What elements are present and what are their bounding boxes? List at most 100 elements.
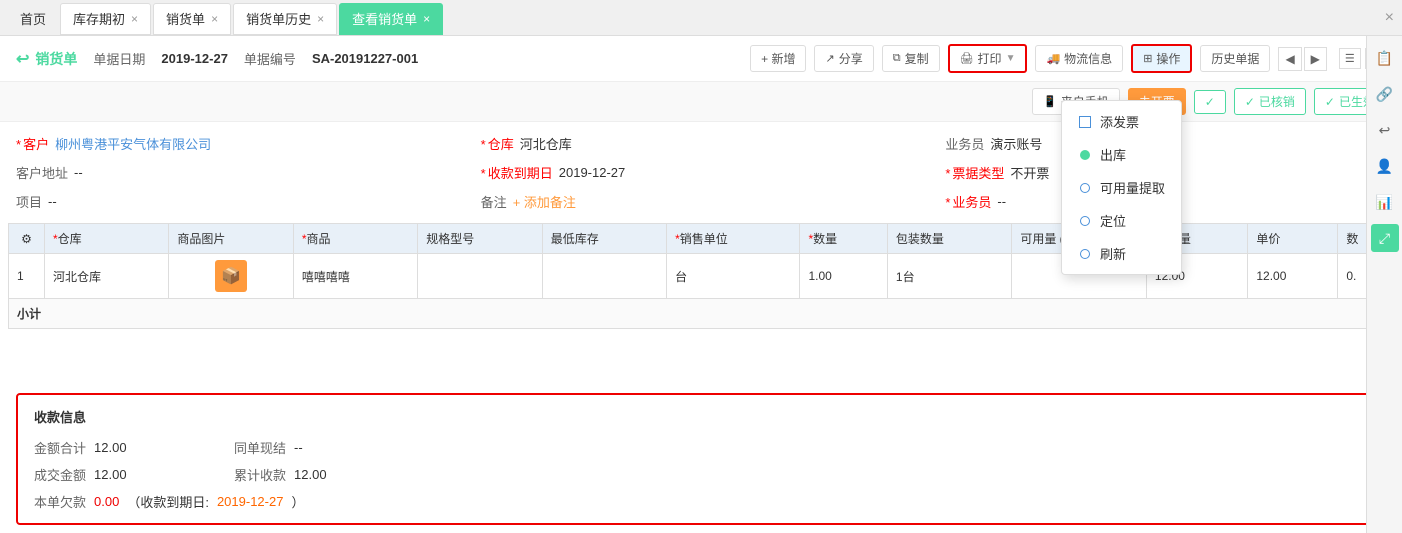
warehouse-value: 河北仓库 [520,134,572,153]
operate-button[interactable]: ⊞ 操作 [1131,44,1192,73]
print-button[interactable]: 🖨 打印 ▼ [948,44,1028,73]
dropdown-refresh[interactable]: 刷新 [1062,237,1181,270]
prev-arrow[interactable]: ◀ [1278,47,1301,71]
payment-due-field: *收款到期日 2019-12-27 [481,163,922,182]
sidebar-return-icon[interactable]: ↩ [1371,116,1399,144]
col-gear: ⚙ [9,224,45,254]
doc-actions: + 新增 ↗ 分享 ⧉ 复制 🖨 打印 ▼ 🚚 物流信息 [750,44,1386,73]
new-button[interactable]: + 新增 [750,45,806,72]
check-button[interactable]: ✓ [1194,90,1226,114]
available-extract-icon [1078,181,1092,195]
tab-home-label: 首页 [20,9,46,28]
form-area: *客户 柳州粤港平安气体有限公司 *仓库 河北仓库 业务员 演示账号 客户地址 … [0,122,1402,223]
product-table: ⚙ *仓库 商品图片 *商品 规格型号 最低库存 *销售单位 *数量 包装数量 … [8,223,1394,329]
no-value: SA-20191227-001 [312,51,418,66]
tab-view-sales[interactable]: 查看销货单 × [339,3,443,35]
row-spec [418,254,542,299]
col-pack-qty: 包装数量 [887,224,1011,254]
row-product: 嘻嘻嘻嘻 [293,254,417,299]
col-spec: 规格型号 [418,224,542,254]
history-button[interactable]: 历史单据 [1200,45,1270,72]
product-table-area: ⚙ *仓库 商品图片 *商品 规格型号 最低库存 *销售单位 *数量 包装数量 … [8,223,1394,385]
out-warehouse-icon [1078,148,1092,162]
tab-home[interactable]: 首页 [8,3,58,35]
window-close-button[interactable]: × [1385,9,1394,27]
subtotal-label: 小计 [9,299,1394,329]
ticket-type-value: 不开票 [1010,163,1049,182]
add-invoice-icon [1078,115,1092,129]
doc-meta: 单据日期 2019-12-27 单据编号 SA-20191227-001 [93,49,418,68]
accumulated-label: 累计收款 [234,465,286,484]
locate-icon [1078,214,1092,228]
payment-info-row-1: 金额合计 12.00 同单现结 -- [34,438,1368,457]
payment-due-value: 2019-12-27 [559,165,626,180]
same-order-label: 同单现结 [234,438,286,457]
same-order-value: -- [294,440,303,455]
row-qty: 1.00 [800,254,887,299]
sidebar-chart-icon[interactable]: 📊 [1371,188,1399,216]
col-price: 单价 [1248,224,1338,254]
tab-inventory-label: 库存期初 [73,9,125,28]
due-date-value: 2019-12-27 [217,494,284,509]
logistics-button[interactable]: 🚚 物流信息 [1035,45,1123,72]
row-image: 📦 [169,254,293,299]
remark-field: 备注 + 添加备注 [481,192,922,211]
share-button[interactable]: ↗ 分享 [814,45,873,72]
sidebar-link-icon[interactable]: 🔗 [1371,80,1399,108]
row-seq: 1 [9,254,45,299]
dropdown-add-invoice[interactable]: 添发票 [1062,105,1181,138]
current-due-value: 0.00 [94,494,119,509]
col-qty: *数量 [800,224,887,254]
payment-info-row-3: 本单欠款 0.00 （收款到期日: 2019-12-27 ） [34,492,1368,511]
subtotal-row: 小计 [9,299,1394,329]
toolbar-row: 📱 来自手机 未开票 ✓ ✓ 已核销 ✓ 已生效 [0,82,1402,122]
sidebar-user-icon[interactable]: 👤 [1371,152,1399,180]
col-warehouse: *仓库 [45,224,169,254]
refresh-icon [1078,247,1092,261]
tab-sales-label: 销货单 [166,9,205,28]
add-remark-button[interactable]: + 添加备注 [513,192,576,211]
remark-label: 备注 [481,192,507,211]
due-date-close-parens: ） [291,492,304,511]
tab-sales-close[interactable]: × [211,12,218,26]
dropdown-locate[interactable]: 定位 [1062,204,1181,237]
warehouse-field: *仓库 河北仓库 [481,134,922,153]
amount-total-label: 金额合计 [34,438,86,457]
payment-info-box: 收款信息 金额合计 12.00 同单现结 -- 成交金额 12.00 累计收款 [16,393,1386,525]
tab-inventory-close[interactable]: × [131,12,138,26]
date-label: 单据日期 [93,49,145,68]
row-unit: 台 [667,254,800,299]
project-value: -- [48,194,57,209]
tab-inventory[interactable]: 库存期初 × [60,3,151,35]
staff2-label: *业务员 [945,192,991,211]
row-warehouse: 河北仓库 [45,254,169,299]
next-arrow[interactable]: ▶ [1304,47,1327,71]
sidebar-clipboard-icon[interactable]: 📋 [1371,44,1399,72]
sold-out-button[interactable]: ✓ 已核销 [1234,88,1306,115]
tab-sales[interactable]: 销货单 × [153,3,231,35]
tab-sales-history-close[interactable]: × [317,12,324,26]
accumulated-item: 累计收款 12.00 [234,465,394,484]
deal-amount-label: 成交金额 [34,465,86,484]
doc-title: 销货单 [35,49,77,69]
dropdown-out-warehouse[interactable]: 出库 [1062,138,1181,171]
main-content: ↩ 销货单 单据日期 2019-12-27 单据编号 SA-20191227-0… [0,36,1402,533]
payment-info-row-2: 成交金额 12.00 累计收款 12.00 [34,465,1368,484]
list-view-icon[interactable]: ☰ [1339,48,1361,69]
payment-due-label: *收款到期日 [481,163,553,182]
right-sidebar: 📋 🔗 ↩ 👤 📊 ⤢ [1366,36,1402,533]
sidebar-expand-icon[interactable]: ⤢ [1371,224,1399,252]
tab-sales-history[interactable]: 销货单历史 × [233,3,337,35]
doc-title-section: ↩ 销货单 [16,49,77,69]
amount-total-item: 金额合计 12.00 [34,438,194,457]
staff-value: 演示账号 [990,134,1042,153]
tab-bar: 首页 库存期初 × 销货单 × 销货单历史 × 查看销货单 × × [0,0,1402,36]
copy-button[interactable]: ⧉ 复制 [882,45,940,72]
address-label: 客户地址 [16,163,68,182]
warehouse-label: *仓库 [481,134,514,153]
customer-value[interactable]: 柳州粤港平安气体有限公司 [55,134,211,153]
dropdown-available-extract[interactable]: 可用量提取 [1062,171,1181,204]
tab-view-sales-close[interactable]: × [423,12,430,26]
row-price: 12.00 [1248,254,1338,299]
project-field: 项目 -- [16,192,457,211]
